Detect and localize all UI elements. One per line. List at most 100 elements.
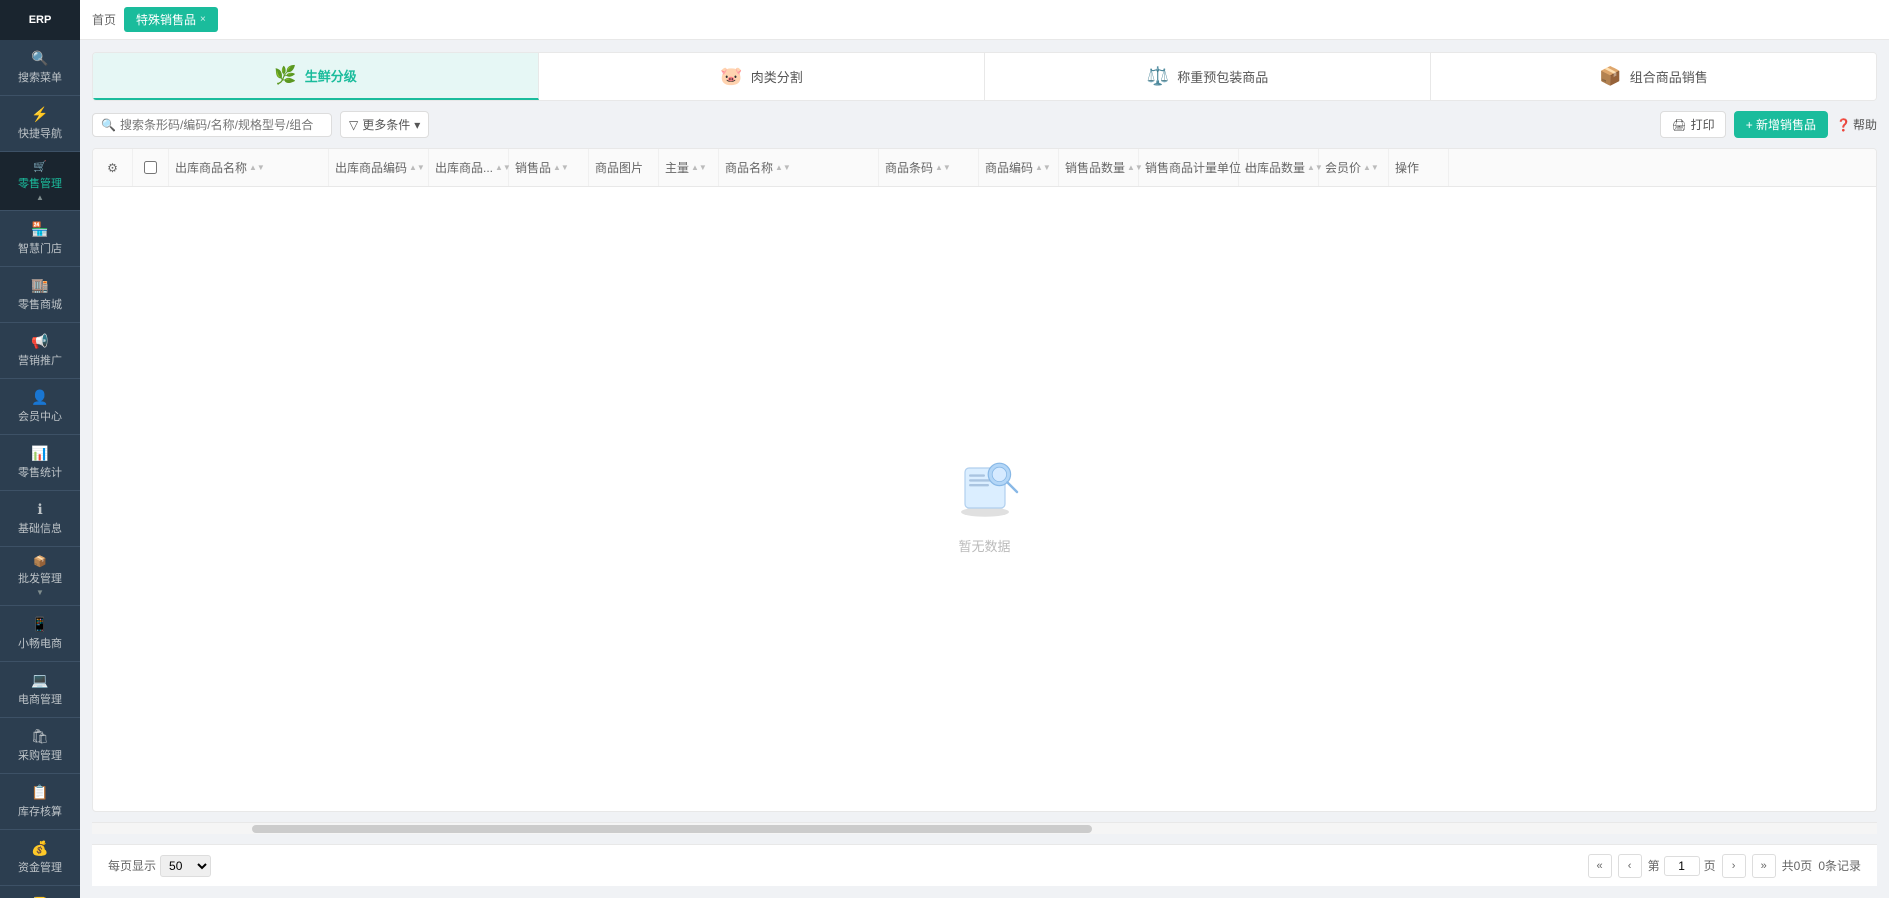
sidebar-item-mini-ecom[interactable]: 📱 小畅电商: [0, 606, 80, 662]
page-size-select[interactable]: 50 10 20 100: [160, 855, 211, 877]
sort-icon[interactable]: ▲▼: [1035, 164, 1051, 172]
active-tab[interactable]: 特殊销售品 ×: [124, 7, 218, 32]
th-sale-qty: 销售品数量 ▲▼: [1059, 149, 1139, 186]
sort-icon[interactable]: ▲▼: [935, 164, 951, 172]
sidebar-item-wholesale-mgmt[interactable]: 📦 批发管理 ▼: [0, 547, 80, 606]
page-input-area: 第 页: [1648, 856, 1716, 876]
main-area: 首页 特殊销售品 × 🌿 生鲜分级 🐷 肉类分割 ⚖️ 称重预包装商品 📦 组合…: [80, 0, 1889, 898]
th-name: 商品名称 ▲▼: [719, 149, 879, 186]
home-tab[interactable]: 首页: [92, 11, 116, 28]
sidebar-item-finance[interactable]: 💰 资金管理: [0, 830, 80, 886]
th-out-code: 出库商品编码 ▲▼: [329, 149, 429, 186]
sidebar-item-retail-mgmt[interactable]: 🛒 零售管理 ▲: [0, 152, 80, 211]
sidebar-item-search-menu[interactable]: 🔍 搜索菜单: [0, 40, 80, 96]
first-page-button[interactable]: «: [1588, 854, 1612, 878]
print-icon: 🖨: [1671, 118, 1686, 132]
next-page-button[interactable]: ›: [1722, 854, 1746, 878]
scroll-thumb[interactable]: [252, 825, 1092, 833]
help-label: 帮助: [1853, 116, 1877, 133]
help-button[interactable]: ❓ 帮助: [1836, 116, 1877, 133]
cat-tab-combo-label: 组合商品销售: [1630, 67, 1708, 86]
th-unit: 销售商品计量单位 ▲▼: [1139, 149, 1239, 186]
last-page-button[interactable]: »: [1752, 854, 1776, 878]
marketing-icon: 📢: [31, 333, 48, 350]
weight-icon: ⚖️: [1147, 66, 1169, 87]
horizontal-scrollbar[interactable]: [92, 822, 1877, 834]
chevron-down-icon: ▲: [36, 193, 44, 202]
purchase-mgmt-icon: 🛍: [31, 728, 49, 745]
settings-col-icon: ⚙: [107, 161, 118, 175]
toolbar-left: 🔍 ▽ 更多条件 ▾: [92, 111, 429, 138]
sort-icon[interactable]: ▲▼: [1363, 164, 1379, 172]
sidebar-item-retail-stats[interactable]: 📊 零售统计: [0, 435, 80, 491]
print-button[interactable]: 🖨 打印: [1660, 111, 1725, 138]
smart-store-icon: 🏪: [31, 221, 48, 238]
sidebar-item-member[interactable]: 👤 会员中心: [0, 379, 80, 435]
sidebar-item-general-ledger[interactable]: 📒 总账管理: [0, 886, 80, 898]
th-settings[interactable]: ⚙: [93, 149, 133, 186]
page-size-label: 每页显示: [108, 857, 156, 874]
sort-icon[interactable]: ▲▼: [249, 164, 265, 172]
sort-icon[interactable]: ▲▼: [409, 164, 425, 172]
sidebar-item-retail-mall[interactable]: 🏬 零售商城: [0, 267, 80, 323]
th-out-qty: 出库品数量 ▲▼: [1239, 149, 1319, 186]
mini-ecom-icon: 📱: [31, 616, 48, 633]
toolbar-right: 🖨 打印 + 新增销售品 ❓ 帮助: [1660, 111, 1877, 138]
sort-icon[interactable]: ▲▼: [691, 164, 707, 172]
sidebar-item-ecom-mgmt[interactable]: 💻 电商管理: [0, 662, 80, 718]
cat-tab-fresh[interactable]: 🌿 生鲜分级: [93, 53, 539, 100]
content-area: 🌿 生鲜分级 🐷 肉类分割 ⚖️ 称重预包装商品 📦 组合商品销售 🔍: [80, 40, 1889, 898]
page-size-selector: 每页显示 50 10 20 100: [108, 855, 211, 877]
quick-nav-icon: ⚡: [31, 106, 48, 123]
filter-icon: ▽: [349, 118, 358, 132]
sidebar-item-basic-info[interactable]: ℹ 基础信息: [0, 491, 80, 547]
wholesale-mgmt-icon: 📦: [33, 555, 47, 568]
cat-tab-weight[interactable]: ⚖️ 称重预包装商品: [985, 53, 1431, 100]
sort-icon[interactable]: ▲▼: [553, 164, 569, 172]
active-tab-label: 特殊销售品: [136, 11, 196, 28]
cat-tab-combo[interactable]: 📦 组合商品销售: [1431, 53, 1876, 100]
sidebar-item-marketing[interactable]: 📢 营销推广: [0, 323, 80, 379]
filter-button[interactable]: ▽ 更多条件 ▾: [340, 111, 429, 138]
sidebar-item-label: 资金管理: [18, 859, 62, 875]
sidebar-item-smart-store[interactable]: 🏪 智慧门店: [0, 211, 80, 267]
total-pages-label: 共0页: [1782, 857, 1813, 874]
combo-icon: 📦: [1599, 66, 1621, 87]
search-input[interactable]: [120, 118, 320, 132]
prev-page-button[interactable]: ‹: [1618, 854, 1642, 878]
sidebar-item-inventory[interactable]: 📋 库存核算: [0, 774, 80, 830]
sidebar-item-label: 搜索菜单: [18, 69, 62, 85]
page-label-suffix: 页: [1704, 857, 1716, 874]
retail-mgmt-icon: 🛒: [33, 160, 47, 173]
sidebar-item-label: 零售商城: [18, 296, 62, 312]
category-tabs: 🌿 生鲜分级 🐷 肉类分割 ⚖️ 称重预包装商品 📦 组合商品销售: [92, 52, 1877, 101]
cat-tab-meat-label: 肉类分割: [751, 67, 803, 86]
app-logo: ERP: [0, 0, 80, 40]
sidebar-item-label: 基础信息: [18, 520, 62, 536]
sidebar-item-label: 零售统计: [18, 464, 62, 480]
add-sale-item-button[interactable]: + 新增销售品: [1734, 111, 1828, 138]
sidebar-item-quick-nav[interactable]: ⚡ 快捷导航: [0, 96, 80, 152]
page-number-input[interactable]: [1664, 856, 1700, 876]
filter-arrow-icon: ▾: [414, 118, 420, 132]
cat-tab-meat[interactable]: 🐷 肉类分割: [539, 53, 985, 100]
search-box[interactable]: 🔍: [92, 113, 332, 137]
page-label-prefix: 第: [1648, 857, 1660, 874]
select-all-checkbox[interactable]: [144, 161, 157, 174]
sidebar-item-label: 快捷导航: [18, 125, 62, 141]
sidebar-item-label: 小畅电商: [18, 635, 62, 651]
toolbar: 🔍 ▽ 更多条件 ▾ 🖨 打印 + 新增销售品 ❓ 帮助: [92, 111, 1877, 138]
sort-icon[interactable]: ▲▼: [775, 164, 791, 172]
total-records-label: 0条记录: [1818, 857, 1861, 874]
th-ops: 操作: [1389, 149, 1449, 186]
page-controls: « ‹ 第 页 › » 共0页 0条记录: [1588, 854, 1861, 878]
th-out-name: 出库商品名称 ▲▼: [169, 149, 329, 186]
retail-mall-icon: 🏬: [31, 277, 48, 294]
sidebar-item-purchase-mgmt[interactable]: 🛍 采购管理: [0, 718, 80, 774]
retail-stats-icon: 📊: [31, 445, 48, 462]
empty-state-text: 暂无数据: [958, 536, 1010, 555]
print-label: 打印: [1691, 116, 1715, 133]
close-tab-icon[interactable]: ×: [200, 14, 206, 25]
help-icon: ❓: [1836, 118, 1851, 132]
th-checkbox[interactable]: [133, 149, 169, 186]
